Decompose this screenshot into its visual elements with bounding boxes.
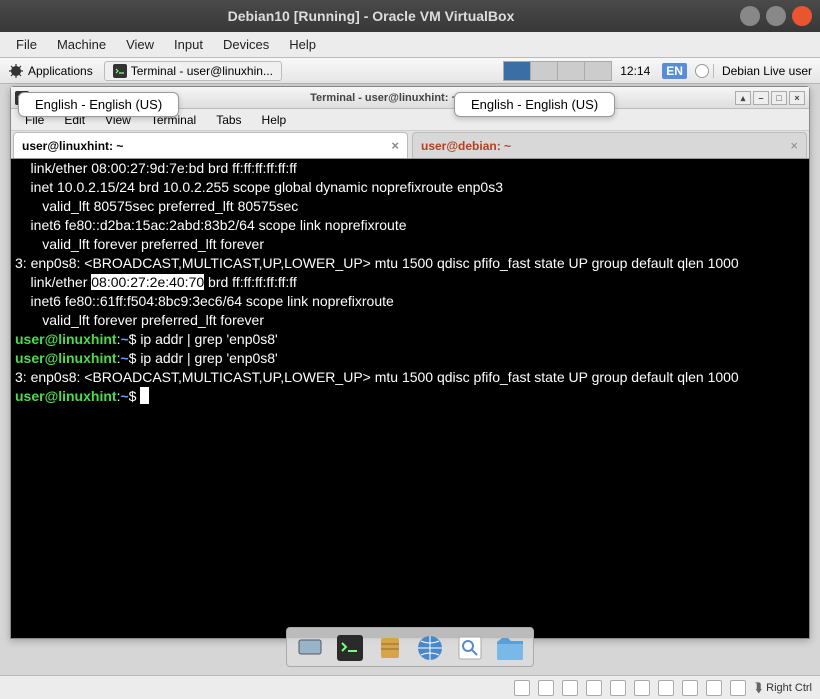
taskbar-item-terminal[interactable]: Terminal - user@linuxhin... bbox=[104, 61, 282, 81]
vbox-menu-input[interactable]: Input bbox=[164, 35, 213, 54]
vbox-menu-file[interactable]: File bbox=[6, 35, 47, 54]
vbox-menu-view[interactable]: View bbox=[116, 35, 164, 54]
guest-top-panel: Applications Terminal - user@linuxhin...… bbox=[0, 58, 820, 84]
dock-web-browser[interactable] bbox=[413, 631, 447, 665]
terminal-menu-tabs[interactable]: Tabs bbox=[206, 111, 251, 129]
terminal-tab-bar: user@linuxhint: ~ × user@debian: ~ × bbox=[11, 131, 809, 159]
terminal-icon bbox=[113, 64, 127, 78]
terminal-line: link/ether 08:00:27:2e:40:70 brd ff:ff:f… bbox=[15, 273, 805, 292]
recording-icon[interactable] bbox=[682, 680, 698, 696]
optical-drive-icon[interactable] bbox=[538, 680, 554, 696]
terminal-line: inet6 fe80::61ff:f504:8bc9:3ec6/64 scope… bbox=[15, 292, 805, 311]
ime-popup-left-label: English - English (US) bbox=[35, 97, 162, 112]
terminal-line: valid_lft 80575sec preferred_lft 80575se… bbox=[15, 197, 805, 216]
mouse-integration-icon[interactable] bbox=[730, 680, 746, 696]
terminal-rollup-button[interactable]: ▴ bbox=[735, 91, 751, 105]
vbox-titlebar[interactable]: Debian10 [Running] - Oracle VM VirtualBo… bbox=[0, 0, 820, 32]
terminal-tab-0-label: user@linuxhint: ~ bbox=[22, 139, 123, 153]
guest-dock bbox=[286, 627, 534, 667]
network-icon[interactable] bbox=[586, 680, 602, 696]
terminal-line: 3: enp0s8: <BROADCAST,MULTICAST,UP,LOWER… bbox=[15, 254, 805, 273]
terminal-minimize-button[interactable]: – bbox=[753, 91, 769, 105]
display-icon[interactable] bbox=[658, 680, 674, 696]
vbox-menu-machine[interactable]: Machine bbox=[47, 35, 116, 54]
terminal-icon bbox=[335, 633, 365, 663]
host-key-arrow-icon: ⮯ bbox=[754, 680, 762, 696]
dock-home[interactable] bbox=[493, 631, 527, 665]
vbox-menu-devices[interactable]: Devices bbox=[213, 35, 279, 54]
terminal-line: inet 10.0.2.15/24 brd 10.0.2.255 scope g… bbox=[15, 178, 805, 197]
terminal-line: valid_lft forever preferred_lft forever bbox=[15, 235, 805, 254]
terminal-cursor bbox=[140, 387, 149, 404]
ime-popup-left[interactable]: English - English (US) bbox=[18, 92, 179, 117]
terminal-tab-1[interactable]: user@debian: ~ × bbox=[412, 132, 807, 158]
terminal-menu-help[interactable]: Help bbox=[252, 111, 297, 129]
terminal-maximize-button[interactable]: □ bbox=[771, 91, 787, 105]
workspace-2[interactable] bbox=[530, 61, 558, 81]
hard-disk-activity-icon[interactable] bbox=[514, 680, 530, 696]
dock-terminal[interactable] bbox=[333, 631, 367, 665]
terminal-line: link/ether 08:00:27:9d:7e:bd brd ff:ff:f… bbox=[15, 159, 805, 178]
dock-show-desktop[interactable] bbox=[293, 631, 327, 665]
cpu-icon[interactable] bbox=[706, 680, 722, 696]
globe-icon bbox=[415, 633, 445, 663]
file-manager-icon bbox=[376, 634, 404, 662]
vbox-title: Debian10 [Running] - Oracle VM VirtualBo… bbox=[8, 8, 734, 24]
dock-files[interactable] bbox=[373, 631, 407, 665]
usb-icon[interactable] bbox=[610, 680, 626, 696]
shared-folders-icon[interactable] bbox=[634, 680, 650, 696]
terminal-line: 3: enp0s8: <BROADCAST,MULTICAST,UP,LOWER… bbox=[15, 368, 805, 387]
terminal-tab-0-close[interactable]: × bbox=[391, 138, 399, 153]
terminal-line: user@linuxhint:~$ bbox=[15, 387, 805, 406]
vbox-menubar: File Machine View Input Devices Help bbox=[0, 32, 820, 58]
notification-icon[interactable] bbox=[695, 64, 709, 78]
virtualbox-window: Debian10 [Running] - Oracle VM VirtualBo… bbox=[0, 0, 820, 699]
applications-icon bbox=[8, 63, 24, 79]
taskbar-item-label: Terminal - user@linuxhin... bbox=[131, 64, 273, 78]
terminal-line: inet6 fe80::d2ba:15ac:2abd:83b2/64 scope… bbox=[15, 216, 805, 235]
applications-menu[interactable]: Applications bbox=[0, 58, 101, 83]
terminal-window[interactable]: Terminal - user@linuxhint: ~ ▴ – □ × Fil… bbox=[10, 86, 810, 639]
dock-search[interactable] bbox=[453, 631, 487, 665]
terminal-content[interactable]: link/ether 08:00:27:9d:7e:bd brd ff:ff:f… bbox=[11, 159, 809, 638]
vbox-status-bar: ⮯ Right Ctrl bbox=[0, 675, 820, 699]
terminal-close-button[interactable]: × bbox=[789, 91, 805, 105]
host-key-indicator[interactable]: ⮯ Right Ctrl bbox=[754, 680, 812, 696]
language-indicator[interactable]: EN bbox=[662, 63, 687, 79]
workspace-1[interactable] bbox=[503, 61, 531, 81]
terminal-line: user@linuxhint:~$ ip addr | grep 'enp0s8… bbox=[15, 330, 805, 349]
vbox-menu-help[interactable]: Help bbox=[279, 35, 326, 54]
host-key-label: Right Ctrl bbox=[766, 682, 812, 694]
terminal-line: user@linuxhint:~$ ip addr | grep 'enp0s8… bbox=[15, 349, 805, 368]
applications-label: Applications bbox=[28, 64, 93, 78]
terminal-line: valid_lft forever preferred_lft forever bbox=[15, 311, 805, 330]
audio-icon[interactable] bbox=[562, 680, 578, 696]
ime-popup-right-label: English - English (US) bbox=[471, 97, 598, 112]
workspace-3[interactable] bbox=[557, 61, 585, 81]
workspace-4[interactable] bbox=[584, 61, 612, 81]
close-button[interactable] bbox=[792, 6, 812, 26]
user-menu[interactable]: Debian Live user bbox=[713, 64, 820, 78]
terminal-tab-1-label: user@debian: ~ bbox=[421, 139, 511, 153]
folder-icon bbox=[495, 634, 525, 662]
maximize-button[interactable] bbox=[766, 6, 786, 26]
terminal-tab-0[interactable]: user@linuxhint: ~ × bbox=[13, 132, 408, 158]
clock[interactable]: 12:14 bbox=[612, 64, 658, 78]
guest-desktop[interactable]: Applications Terminal - user@linuxhin...… bbox=[0, 58, 820, 675]
workspace-switcher[interactable] bbox=[504, 61, 612, 81]
minimize-button[interactable] bbox=[740, 6, 760, 26]
search-icon bbox=[456, 634, 484, 662]
ime-popup-right[interactable]: English - English (US) bbox=[454, 92, 615, 117]
terminal-tab-1-close[interactable]: × bbox=[790, 138, 798, 153]
desktop-icon bbox=[296, 634, 324, 662]
